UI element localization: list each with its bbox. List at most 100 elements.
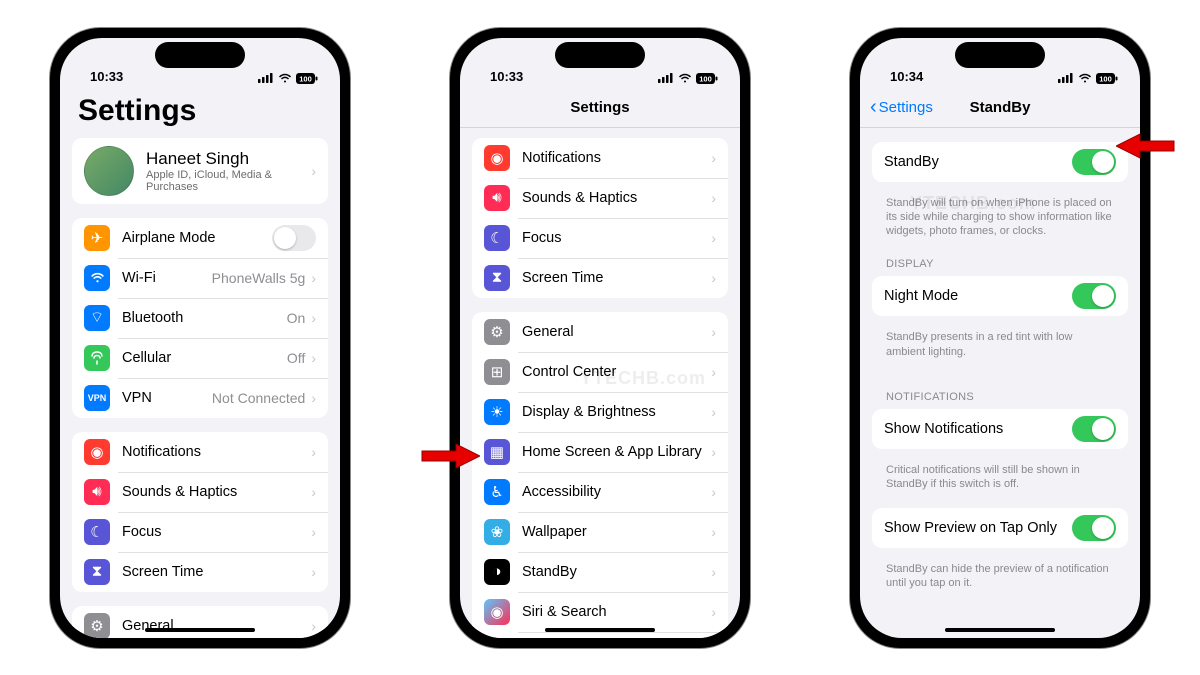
show-preview-row[interactable]: Show Preview on Tap Only	[872, 508, 1128, 548]
notifications-row[interactable]: ◉ Notifications ›	[72, 432, 328, 472]
screentime-label: Screen Time	[122, 564, 311, 580]
svg-text:100: 100	[1099, 74, 1112, 83]
vpn-value: Not Connected	[212, 390, 305, 406]
standby-toggle[interactable]	[1072, 149, 1116, 175]
bluetooth-row[interactable]: ⌔ Bluetooth On ›	[72, 298, 328, 338]
cellular-value: Off	[287, 350, 305, 366]
screentime-row[interactable]: ⧗ Screen Time ›	[472, 258, 728, 298]
display-label: Display & Brightness	[522, 404, 711, 420]
standby-row[interactable]: ◑ StandBy ›	[472, 552, 728, 592]
display-brightness-row[interactable]: ☀︎ Display & Brightness ›	[472, 392, 728, 432]
airplane-toggle[interactable]	[272, 225, 316, 251]
chevron-right-icon: ›	[311, 564, 316, 580]
faceid-row[interactable]: ☺︎ Face ID & Passcode ›	[472, 632, 728, 638]
cellular-row[interactable]: Cellular Off ›	[72, 338, 328, 378]
battery-icon: 100	[696, 73, 718, 84]
bell-icon: ◉	[84, 439, 110, 465]
screentime-row[interactable]: ⧗ Screen Time ›	[72, 552, 328, 592]
status-icons: 100	[258, 73, 318, 84]
accessibility-icon: ♿︎	[484, 479, 510, 505]
siri-icon: ◉	[484, 599, 510, 625]
brightness-icon: ☀︎	[484, 399, 510, 425]
home-indicator	[945, 628, 1055, 632]
chevron-right-icon: ›	[711, 190, 716, 206]
standby-label: StandBy	[522, 564, 711, 580]
chevron-right-icon: ›	[311, 484, 316, 500]
signal-icon	[258, 73, 274, 83]
grid-icon: ▦	[484, 439, 510, 465]
sounds-label: Sounds & Haptics	[122, 484, 311, 500]
clock-icon: ◑	[484, 559, 510, 585]
wifi-row[interactable]: Wi-Fi PhoneWalls 5g ›	[72, 258, 328, 298]
standby-toggle-row[interactable]: StandBy	[872, 142, 1128, 182]
chevron-right-icon: ›	[311, 163, 316, 179]
home-screen-label: Home Screen & App Library	[522, 444, 711, 460]
siri-label: Siri & Search	[522, 604, 711, 620]
general-row[interactable]: ⚙︎ General ›	[472, 312, 728, 352]
home-screen-row[interactable]: ▦ Home Screen & App Library ›	[472, 432, 728, 472]
show-preview-toggle[interactable]	[1072, 515, 1116, 541]
chevron-right-icon: ›	[711, 230, 716, 246]
wifi-value: PhoneWalls 5g	[212, 270, 306, 286]
accessibility-row[interactable]: ♿︎ Accessibility ›	[472, 472, 728, 512]
avatar	[84, 146, 134, 196]
cellular-icon	[84, 345, 110, 371]
back-button[interactable]: ‹ Settings	[870, 97, 933, 117]
focus-label: Focus	[122, 524, 311, 540]
chevron-right-icon: ›	[311, 270, 316, 286]
screentime-label: Screen Time	[522, 270, 711, 286]
status-time: 10:33	[490, 69, 523, 84]
dynamic-island	[555, 42, 645, 68]
sounds-row[interactable]: 🔊︎ Sounds & Haptics ›	[472, 178, 728, 218]
vpn-row[interactable]: VPN VPN Not Connected ›	[72, 378, 328, 418]
nav-bar: Settings	[460, 88, 740, 128]
chevron-right-icon: ›	[311, 350, 316, 366]
control-center-row[interactable]: ⊞ Control Center ›	[472, 352, 728, 392]
notifications-row[interactable]: ◉ Notifications ›	[472, 138, 728, 178]
moon-icon: ☾	[84, 519, 110, 545]
chevron-right-icon: ›	[711, 324, 716, 340]
night-mode-toggle[interactable]	[1072, 283, 1116, 309]
cellular-label: Cellular	[122, 350, 287, 366]
vpn-icon: VPN	[84, 385, 110, 411]
signal-icon	[658, 73, 674, 83]
hourglass-icon: ⧗	[84, 559, 110, 585]
chevron-right-icon: ›	[711, 364, 716, 380]
bluetooth-icon: ⌔	[84, 305, 110, 331]
chevron-right-icon: ›	[711, 444, 716, 460]
nav-bar: ‹ Settings StandBy	[860, 88, 1140, 128]
profile-subtitle: Apple ID, iCloud, Media & Purchases	[146, 169, 311, 193]
apple-id-row[interactable]: Haneet Singh Apple ID, iCloud, Media & P…	[72, 138, 328, 204]
sounds-row[interactable]: 🔊︎ Sounds & Haptics ›	[72, 472, 328, 512]
dynamic-island	[955, 42, 1045, 68]
wallpaper-label: Wallpaper	[522, 524, 711, 540]
general-row[interactable]: ⚙︎ General ›	[72, 606, 328, 638]
bluetooth-value: On	[287, 310, 306, 326]
bluetooth-label: Bluetooth	[122, 310, 287, 326]
wifi-label: Wi-Fi	[122, 270, 212, 286]
chevron-right-icon: ›	[311, 524, 316, 540]
back-label: Settings	[879, 99, 933, 116]
focus-row[interactable]: ☾ Focus ›	[472, 218, 728, 258]
status-icons: 100	[658, 73, 718, 84]
siri-row[interactable]: ◉ Siri & Search ›	[472, 592, 728, 632]
chevron-left-icon: ‹	[870, 97, 877, 117]
moon-icon: ☾	[484, 225, 510, 251]
airplane-mode-row[interactable]: ✈︎ Airplane Mode	[72, 218, 328, 258]
show-notifications-toggle[interactable]	[1072, 416, 1116, 442]
notifications-header: NOTIFICATIONS	[872, 361, 1128, 407]
night-mode-row[interactable]: Night Mode	[872, 276, 1128, 316]
speaker-icon: 🔊︎	[84, 479, 110, 505]
chevron-right-icon: ›	[711, 604, 716, 620]
status-time: 10:34	[890, 69, 923, 84]
dynamic-island	[155, 42, 245, 68]
accessibility-label: Accessibility	[522, 484, 711, 500]
gear-icon: ⚙︎	[84, 613, 110, 638]
wifi-icon	[1078, 73, 1092, 83]
airplane-label: Airplane Mode	[122, 230, 272, 246]
wallpaper-row[interactable]: ❀ Wallpaper ›	[472, 512, 728, 552]
show-notifications-row[interactable]: Show Notifications	[872, 409, 1128, 449]
chevron-right-icon: ›	[711, 150, 716, 166]
speaker-icon: 🔊︎	[484, 185, 510, 211]
focus-row[interactable]: ☾ Focus ›	[72, 512, 328, 552]
